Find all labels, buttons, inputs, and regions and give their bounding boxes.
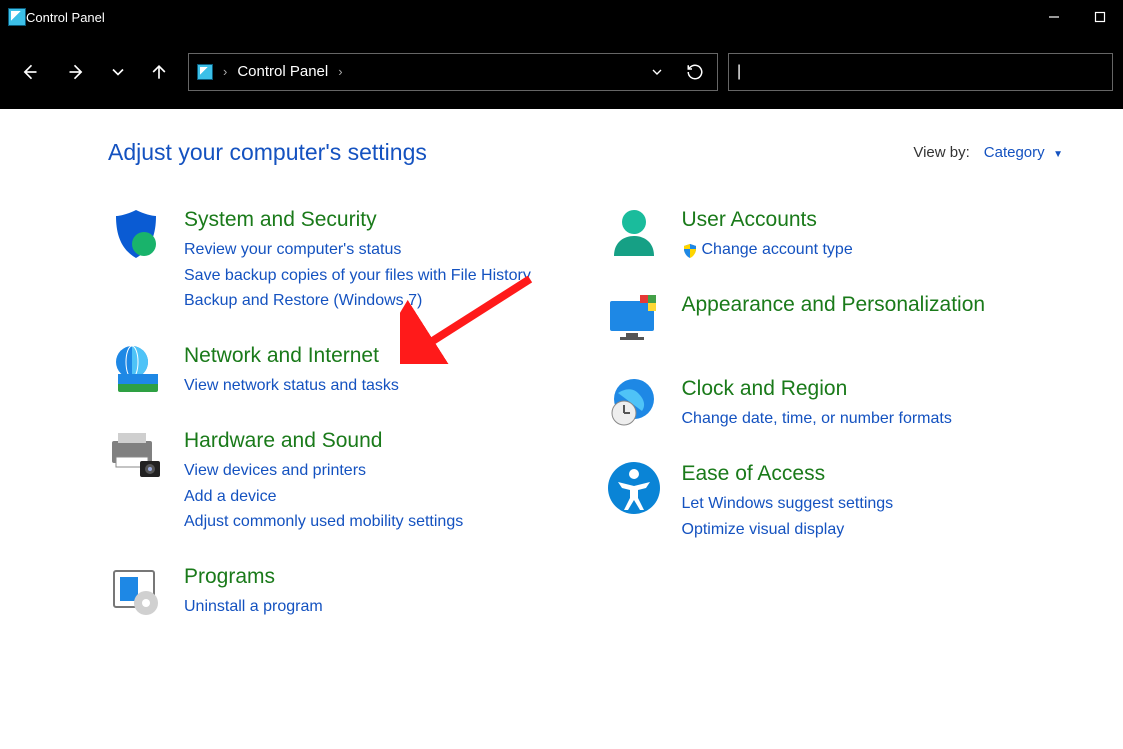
link-change-account-type-text: Change account type [702,241,853,258]
category-hardware-sound: Hardware and Sound View devices and prin… [108,427,566,535]
category-title-ease-of-access[interactable]: Ease of Access [682,460,1064,487]
category-ease-of-access: Ease of Access Let Windows suggest setti… [606,460,1064,542]
link-date-time-formats[interactable]: Change date, time, or number formats [682,406,1064,432]
back-button[interactable] [10,53,48,91]
link-devices-printers[interactable]: View devices and printers [184,458,566,484]
printer-camera-icon [108,427,164,483]
category-title-network[interactable]: Network and Internet [184,342,566,369]
viewby-dropdown[interactable]: Category ▼ [984,144,1063,162]
uac-shield-icon [682,242,698,258]
navbar: › Control Panel › | [0,34,1123,109]
caret-down-icon: ▼ [1053,149,1063,160]
category-title-clock-region[interactable]: Clock and Region [682,375,1064,402]
viewby-value: Category [984,144,1045,161]
category-system-security: System and Security Review your computer… [108,206,566,314]
link-mobility-settings[interactable]: Adjust commonly used mobility settings [184,509,566,535]
breadcrumb-separator-icon: › [223,64,227,79]
link-add-device[interactable]: Add a device [184,484,566,510]
globe-clock-icon [606,375,662,431]
programs-icon [108,563,164,619]
link-backup-restore[interactable]: Backup and Restore (Windows 7) [184,288,566,314]
maximize-button[interactable] [1077,0,1123,34]
forward-button[interactable] [58,53,96,91]
window-title: Control Panel [26,10,105,25]
up-button[interactable] [140,53,178,91]
address-history-button[interactable] [643,64,671,80]
address-bar[interactable]: › Control Panel › [188,53,718,91]
category-appearance: Appearance and Personalization [606,291,1064,347]
refresh-button[interactable] [681,63,709,81]
link-network-status[interactable]: View network status and tasks [184,373,566,399]
link-file-history[interactable]: Save backup copies of your files with Fi… [184,263,566,289]
link-change-account-type[interactable]: Change account type [682,237,1064,263]
content-area: Adjust your computer's settings View by:… [0,109,1123,678]
viewby-label: View by: [913,144,969,161]
control-panel-app-icon [8,8,26,26]
category-title-appearance[interactable]: Appearance and Personalization [682,291,1064,318]
search-input[interactable] [745,63,1104,80]
recent-locations-button[interactable] [106,53,130,91]
titlebar: Control Panel [0,0,1123,34]
link-review-status[interactable]: Review your computer's status [184,237,566,263]
right-column: User Accounts Change account type Appear… [606,206,1064,648]
globe-network-icon [108,342,164,398]
breadcrumb-separator-icon[interactable]: › [338,64,342,79]
category-clock-region: Clock and Region Change date, time, or n… [606,375,1064,432]
link-optimize-display[interactable]: Optimize visual display [682,517,1064,543]
search-box[interactable]: | [728,53,1113,91]
address-app-icon [197,64,213,80]
category-title-system-security[interactable]: System and Security [184,206,566,233]
shield-icon [108,206,164,262]
link-uninstall-program[interactable]: Uninstall a program [184,594,566,620]
category-programs: Programs Uninstall a program [108,563,566,620]
category-title-user-accounts[interactable]: User Accounts [682,206,1064,233]
monitor-colors-icon [606,291,662,347]
page-title: Adjust your computer's settings [108,139,427,166]
category-user-accounts: User Accounts Change account type [606,206,1064,263]
left-column: System and Security Review your computer… [108,206,566,648]
category-title-programs[interactable]: Programs [184,563,566,590]
category-title-hardware[interactable]: Hardware and Sound [184,427,566,454]
minimize-button[interactable] [1031,0,1077,34]
category-network-internet: Network and Internet View network status… [108,342,566,399]
breadcrumb-root[interactable]: Control Panel [237,63,328,80]
link-suggest-settings[interactable]: Let Windows suggest settings [682,491,1064,517]
accessibility-icon [606,460,662,516]
user-icon [606,206,662,262]
